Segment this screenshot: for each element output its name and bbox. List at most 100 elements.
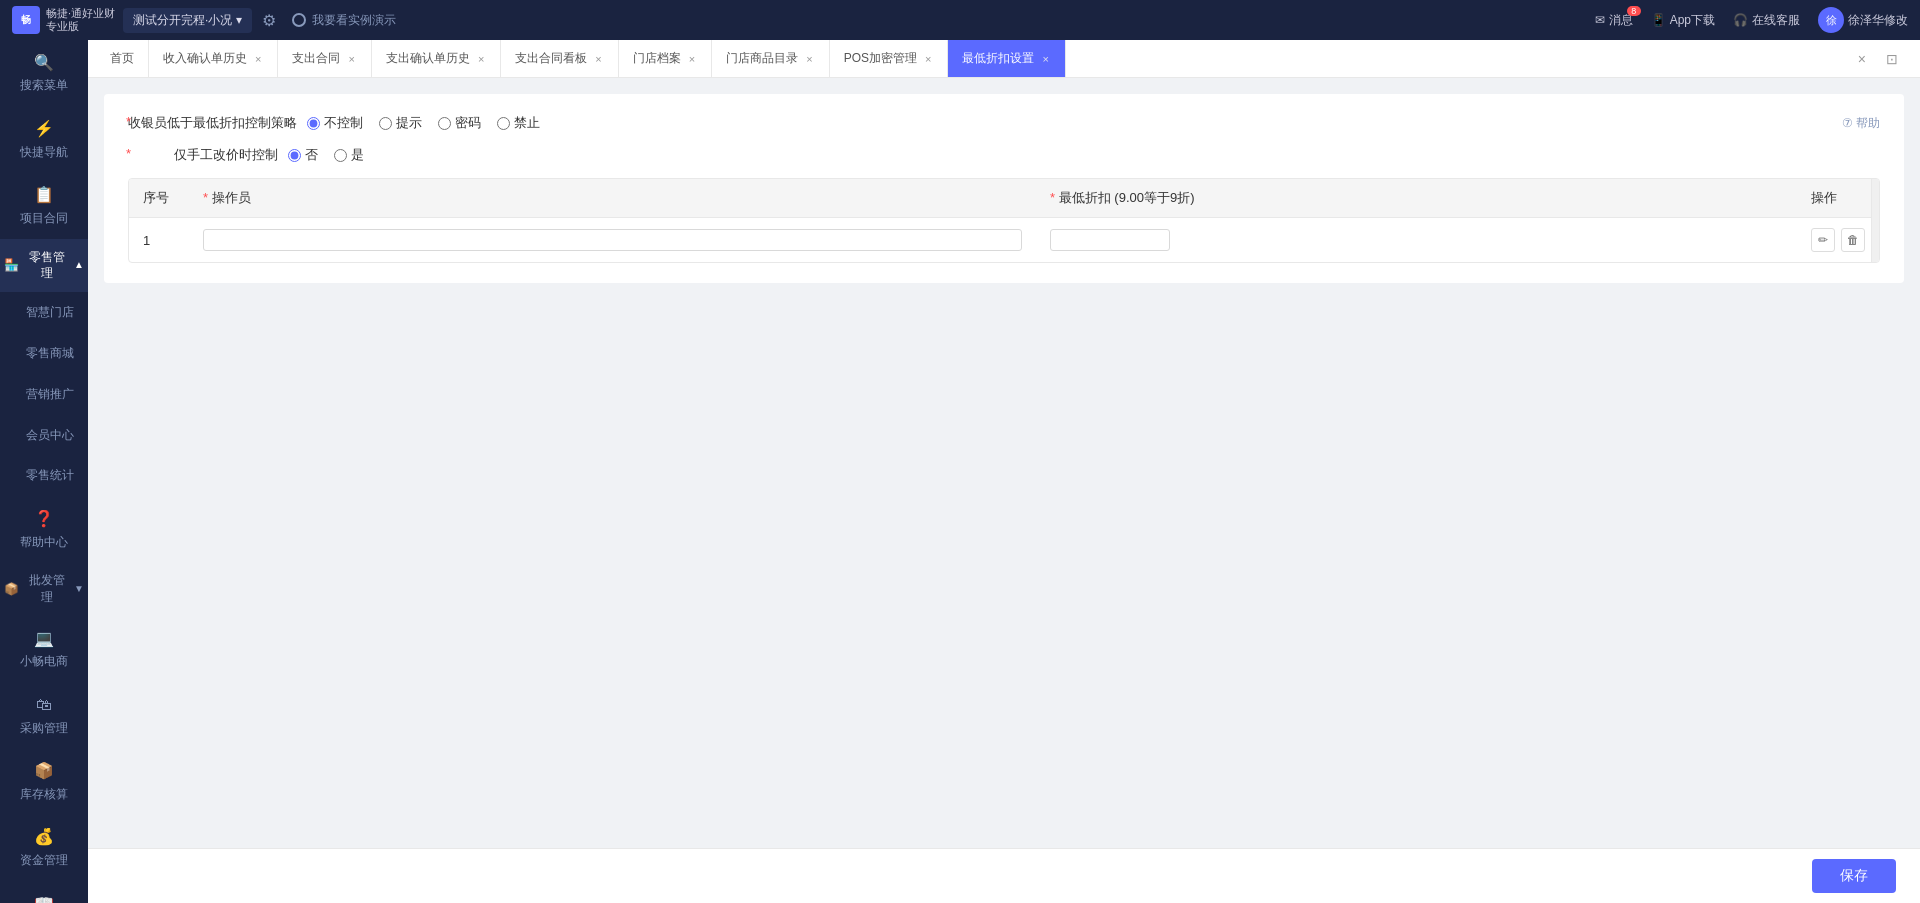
manual-price-row: 仅手工改价时控制 否 是 xyxy=(128,146,1880,164)
strategy-no-control[interactable]: 不控制 xyxy=(307,114,363,132)
demo-link[interactable]: 我要看实例演示 xyxy=(292,12,396,29)
sidebar-item-retail-mgmt[interactable]: 🏪 零售管理 ▲ xyxy=(0,239,88,293)
manual-price-no[interactable]: 否 xyxy=(288,146,318,164)
sidebar-item-project-contract[interactable]: 📋 项目合同 xyxy=(0,172,88,238)
help-label: 帮助 xyxy=(1856,115,1880,132)
tab-store-goods-catalog-close[interactable]: × xyxy=(804,52,814,66)
sidebar-label-purchase-mgmt: 采购管理 xyxy=(20,720,68,737)
sidebar-item-ecommerce[interactable]: 💻 小畅电商 xyxy=(0,616,88,682)
message-icon: ✉ xyxy=(1595,13,1605,27)
save-button[interactable]: 保存 xyxy=(1812,859,1896,893)
tab-payment-contract-board-close[interactable]: × xyxy=(593,52,603,66)
sidebar-item-purchase-mgmt[interactable]: 🛍 采购管理 xyxy=(0,682,88,748)
user-profile-btn[interactable]: 徐 徐泽华修改 xyxy=(1818,7,1908,33)
cell-operator[interactable] xyxy=(189,218,1036,263)
sidebar-item-retail-mall[interactable]: 零售商城 xyxy=(0,333,88,374)
ecommerce-icon: 💻 xyxy=(34,628,54,650)
logo-icon: 畅 xyxy=(12,6,40,34)
sidebar-item-search-menu[interactable]: 🔍 搜索菜单 xyxy=(0,40,88,106)
strategy-no-control-radio[interactable] xyxy=(307,117,320,130)
sidebar-label-smart-store: 智慧门店 xyxy=(26,304,74,321)
tab-store-goods-catalog[interactable]: 门店商品目录 × xyxy=(712,40,829,78)
lightning-icon: ⚡ xyxy=(34,118,54,140)
tab-income-confirm-history[interactable]: 收入确认单历史 × xyxy=(149,40,278,78)
delete-btn[interactable]: 🗑 xyxy=(1841,228,1865,252)
manual-price-yes-label: 是 xyxy=(351,146,364,164)
sidebar-item-member-center[interactable]: 会员中心 xyxy=(0,415,88,456)
sidebar-item-smart-store[interactable]: 智慧门店 xyxy=(0,292,88,333)
contract-icon: 📋 xyxy=(34,184,54,206)
sidebar-label-marketing: 营销推广 xyxy=(26,386,74,403)
tab-store-archive-label: 门店档案 xyxy=(633,50,681,67)
strategy-forbid[interactable]: 禁止 xyxy=(497,114,540,132)
strategy-forbid-label: 禁止 xyxy=(514,114,540,132)
download-icon: 📱 xyxy=(1651,13,1666,27)
sidebar-item-wholesale-mgmt[interactable]: 📦 批发管理 ▼ xyxy=(0,562,88,616)
chevron-up-icon: ▲ xyxy=(74,258,84,272)
tab-income-confirm-history-close[interactable]: × xyxy=(253,52,263,66)
tab-income-confirm-history-label: 收入确认单历史 xyxy=(163,50,247,67)
sidebar-label-search-menu: 搜索菜单 xyxy=(20,77,68,94)
online-service-btn[interactable]: 🎧 在线客服 xyxy=(1733,12,1800,29)
message-btn[interactable]: ✉ 消息 8 xyxy=(1595,12,1633,29)
tab-payment-confirm-history-close[interactable]: × xyxy=(476,52,486,66)
sidebar-item-ledger-mgmt[interactable]: 📖 总账管理 xyxy=(0,881,88,903)
min-discount-input[interactable] xyxy=(1050,229,1170,251)
manual-price-options: 否 是 xyxy=(288,146,364,164)
sidebar-item-capital-mgmt[interactable]: 💰 资金管理 xyxy=(0,814,88,880)
tab-payment-contract-close[interactable]: × xyxy=(346,52,356,66)
tab-payment-confirm-history[interactable]: 支出确认单历史 × xyxy=(372,40,501,78)
retail-icon: 🏪 xyxy=(4,257,19,274)
operator-input[interactable] xyxy=(203,229,1022,251)
tab-pos-password-mgmt[interactable]: POS加密管理 × xyxy=(830,40,949,78)
settings-icon[interactable]: ⚙ xyxy=(262,11,276,30)
table-scrollbar[interactable] xyxy=(1871,179,1879,262)
strategy-forbid-radio[interactable] xyxy=(497,117,510,130)
manual-price-yes[interactable]: 是 xyxy=(334,146,364,164)
topbar-right: ✉ 消息 8 📱 App下载 🎧 在线客服 徐 徐泽华修改 xyxy=(1595,7,1908,33)
tab-home[interactable]: 首页 xyxy=(96,40,149,78)
tab-store-archive[interactable]: 门店档案 × xyxy=(619,40,712,78)
sidebar-item-marketing[interactable]: 营销推广 xyxy=(0,374,88,415)
cell-min-discount[interactable] xyxy=(1036,218,1797,263)
tab-expand-btn[interactable]: ⊡ xyxy=(1880,49,1904,69)
sidebar-label-project-contract: 项目合同 xyxy=(20,210,68,227)
sidebar-label-retail-stats: 零售统计 xyxy=(26,467,74,484)
strategy-password-radio[interactable] xyxy=(438,117,451,130)
sidebar-item-inventory[interactable]: 📦 库存核算 xyxy=(0,748,88,814)
tab-pos-password-mgmt-close[interactable]: × xyxy=(923,52,933,66)
sidebar-item-retail-stats[interactable]: 零售统计 xyxy=(0,455,88,496)
sidebar-item-help-center[interactable]: ❓ 帮助中心 xyxy=(0,496,88,562)
sidebar-item-quick-nav[interactable]: ⚡ 快捷导航 xyxy=(0,106,88,172)
discount-table-container: 序号 * 操作员 * 最低折扣 (9.00等于9折) 操作 xyxy=(128,178,1880,263)
manual-price-yes-radio[interactable] xyxy=(334,149,347,162)
sidebar-label-inventory: 库存核算 xyxy=(20,786,68,803)
project-name: 测试分开完程·小况 xyxy=(133,12,232,29)
action-btns: ✏ 🗑 xyxy=(1811,228,1865,252)
edit-btn[interactable]: ✏ xyxy=(1811,228,1835,252)
tab-store-archive-close[interactable]: × xyxy=(687,52,697,66)
table-row: 1 ✏ 🗑 xyxy=(129,218,1879,263)
tab-payment-contract-board[interactable]: 支出合同看板 × xyxy=(501,40,618,78)
tab-close-all-btn[interactable]: × xyxy=(1852,49,1872,69)
strategy-password[interactable]: 密码 xyxy=(438,114,481,132)
discount-table: 序号 * 操作员 * 最低折扣 (9.00等于9折) 操作 xyxy=(129,179,1879,262)
ledger-icon: 📖 xyxy=(34,893,54,903)
tab-min-discount-setting-close[interactable]: × xyxy=(1040,52,1050,66)
strategy-no-control-label: 不控制 xyxy=(324,114,363,132)
tab-min-discount-setting-label: 最低折扣设置 xyxy=(962,50,1034,67)
col-header-operator: * 操作员 xyxy=(189,179,1036,218)
manual-price-no-label: 否 xyxy=(305,146,318,164)
tab-payment-contract[interactable]: 支出合同 × xyxy=(278,40,371,78)
sidebar-label-quick-nav: 快捷导航 xyxy=(20,144,68,161)
manual-price-no-radio[interactable] xyxy=(288,149,301,162)
inventory-icon: 📦 xyxy=(34,760,54,782)
col-header-min-discount: * 最低折扣 (9.00等于9折) xyxy=(1036,179,1797,218)
app-download-btn[interactable]: 📱 App下载 xyxy=(1651,12,1715,29)
logo-text: 畅捷·通好业财 专业版 xyxy=(46,7,115,33)
strategy-hint-radio[interactable] xyxy=(379,117,392,130)
help-link[interactable]: ⑦ 帮助 xyxy=(1842,115,1880,132)
strategy-hint[interactable]: 提示 xyxy=(379,114,422,132)
project-selector[interactable]: 测试分开完程·小况 ▾ xyxy=(123,8,252,33)
tab-min-discount-setting[interactable]: 最低折扣设置 × xyxy=(948,40,1065,78)
